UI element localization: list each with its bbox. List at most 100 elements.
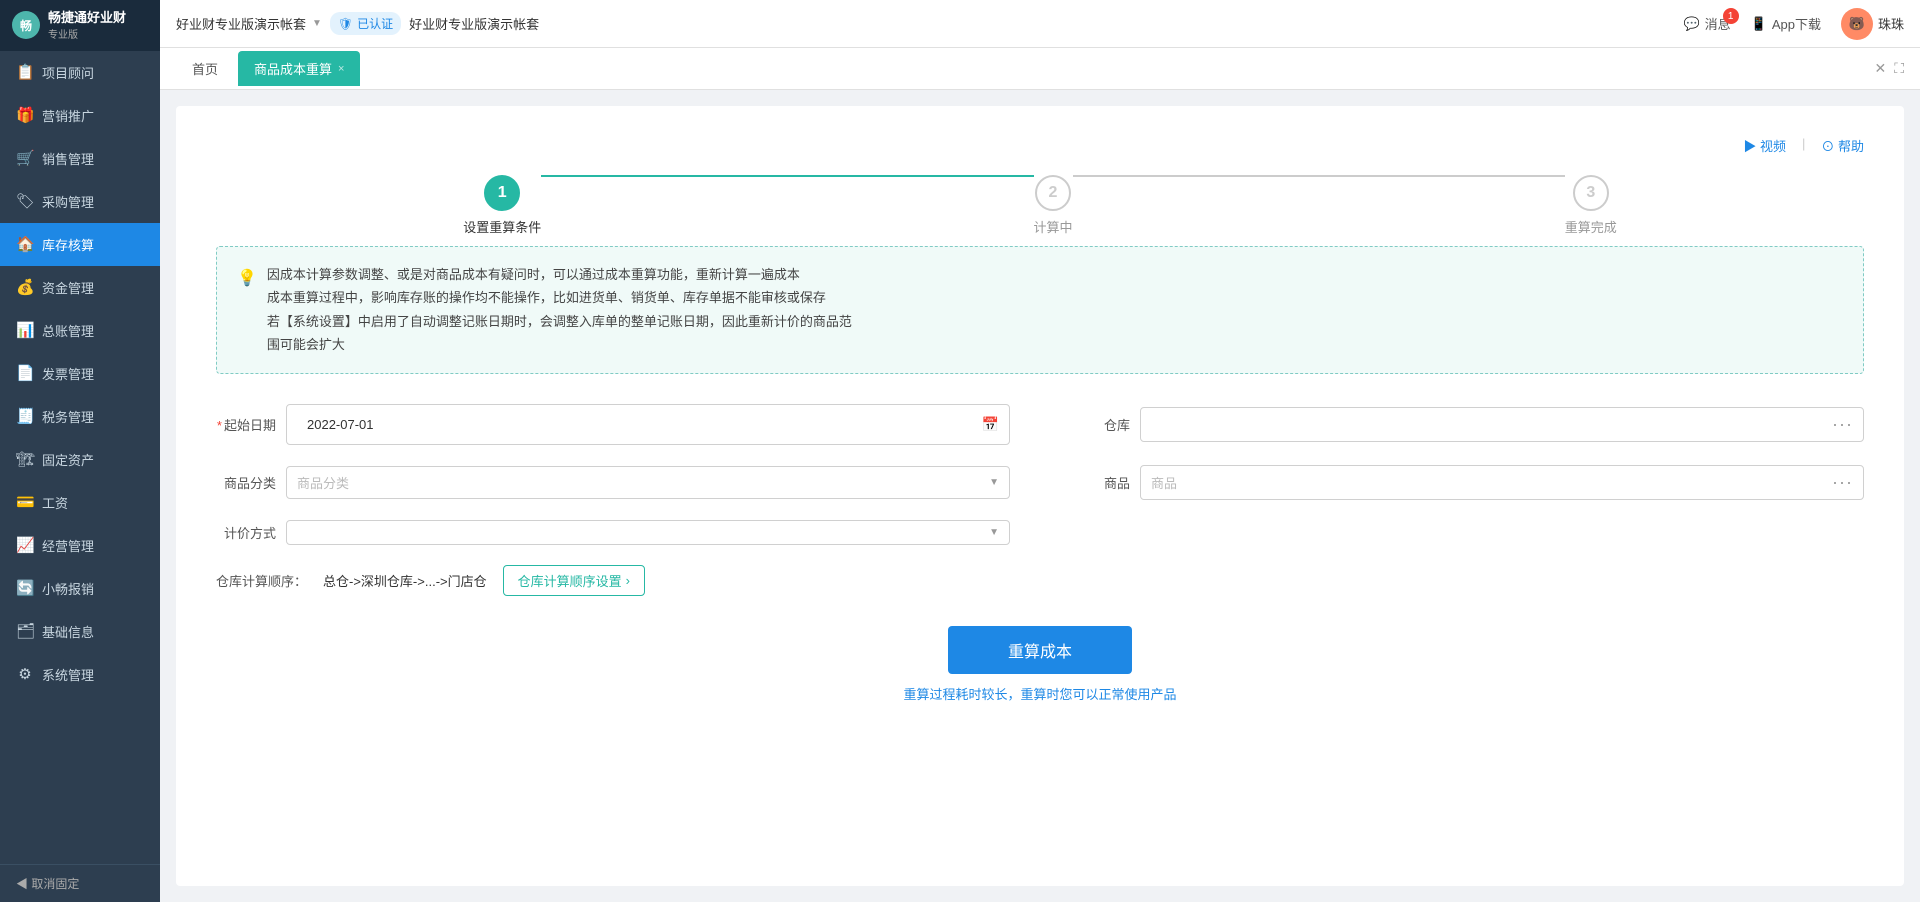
goods-dots-icon[interactable]: ··· xyxy=(1832,472,1853,493)
sidebar-item-finance[interactable]: 💰 资金管理 xyxy=(0,266,160,309)
sidebar-item-accounting[interactable]: 📊 总账管理 xyxy=(0,309,160,352)
tab-close-icon[interactable]: × xyxy=(338,63,344,75)
sidebar-item-label: 营销推广 xyxy=(42,106,94,125)
expense-icon: 🔄 xyxy=(16,579,34,597)
sidebar-item-basic[interactable]: 🗂 基础信息 xyxy=(0,610,160,653)
sales-icon: 🛒 xyxy=(16,149,34,167)
warehouse-order-label: 仓库计算顺序： xyxy=(216,571,307,590)
sidebar-item-label: 发票管理 xyxy=(42,364,94,383)
step-1-label: 设置重算条件 xyxy=(463,217,541,236)
app-download-button[interactable]: 📱 App下载 xyxy=(1751,14,1821,33)
info-line-2: 成本重算过程中，影响库存账的操作均不能操作，比如进货单、销货单、库存单据不能审核… xyxy=(267,286,852,309)
warehouse-label: 仓库 xyxy=(1070,415,1130,434)
sidebar-item-label: 资金管理 xyxy=(42,278,94,297)
category-label: 商品分类 xyxy=(216,473,276,492)
assets-icon: 🏗 xyxy=(16,450,34,468)
shield-icon: 🛡 xyxy=(338,17,353,31)
separator: | xyxy=(1802,136,1805,155)
stepper: 1 设置重算条件 2 计算中 3 重算完成 xyxy=(463,175,1617,236)
recalc-button[interactable]: 重算成本 xyxy=(948,626,1132,674)
account-selector-arrow-icon: ▼ xyxy=(312,18,322,29)
content-area: ▶ 视频 | ⊙ 帮助 1 设置重算条件 2 计算中 xyxy=(176,106,1904,886)
verified-label: 已认证 xyxy=(357,15,393,32)
sidebar-item-assets[interactable]: 🏗 固定资产 xyxy=(0,438,160,481)
info-line-1: 因成本计算参数调整、或是对商品成本有疑问时，可以通过成本重算功能，重新计算一遍成… xyxy=(267,263,852,286)
start-date-input[interactable] xyxy=(297,411,976,438)
category-select[interactable]: 商品分类 ▼ xyxy=(286,466,1010,499)
info-line-4: 围可能会扩大 xyxy=(267,333,852,356)
username-label: 珠珠 xyxy=(1878,14,1904,33)
sidebar-item-marketing[interactable]: 🎁 营销推广 xyxy=(0,94,160,137)
step-2-circle: 2 xyxy=(1035,175,1071,211)
recalc-section: 重算成本 重算过程耗时较长，重算时您可以正常使用产品 xyxy=(216,626,1864,703)
calendar-icon[interactable]: 📅 xyxy=(982,416,999,433)
top-actions: ▶ 视频 | ⊙ 帮助 xyxy=(216,136,1864,155)
warehouse-order-settings-button[interactable]: 仓库计算顺序设置 › xyxy=(503,565,645,596)
tab-expand-button[interactable]: ⛶ xyxy=(1894,60,1904,77)
invoice-icon: 📄 xyxy=(16,364,34,382)
warehouse-order-row: 仓库计算顺序： 总仓->深圳仓库->...->门店仓 仓库计算顺序设置 › xyxy=(216,565,1864,596)
mobile-icon: 📱 xyxy=(1751,16,1767,32)
system-icon: ⚙ xyxy=(16,665,34,683)
step-3: 3 重算完成 xyxy=(1565,175,1617,236)
form-row-warehouse: 仓库 ··· xyxy=(1070,404,1864,445)
message-button[interactable]: 💬 消息 1 xyxy=(1683,14,1730,33)
goods-select[interactable]: 商品 ··· xyxy=(1140,465,1864,500)
help-action[interactable]: ⊙ 帮助 xyxy=(1821,136,1864,155)
warehouse-select[interactable]: ··· xyxy=(1140,407,1864,442)
pricing-select[interactable]: ▼ xyxy=(286,520,1010,545)
message-icon: 💬 xyxy=(1683,16,1699,32)
accounting-icon: 📊 xyxy=(16,321,34,339)
sidebar-item-system[interactable]: ⚙ 系统管理 xyxy=(0,653,160,696)
required-star: * xyxy=(217,418,222,433)
form-row-start-date: *起始日期 📅 xyxy=(216,404,1010,445)
tab-close-button[interactable]: ✕ xyxy=(1874,60,1886,77)
sidebar-item-label: 销售管理 xyxy=(42,149,94,168)
sidebar-item-project[interactable]: 📋 项目顾问 xyxy=(0,51,160,94)
pricing-label: 计价方式 xyxy=(216,523,276,542)
info-icon: 💡 xyxy=(237,265,257,357)
form-row-pricing: 计价方式 ▼ xyxy=(216,520,1010,545)
marketing-icon: 🎁 xyxy=(16,106,34,124)
sidebar-item-purchase[interactable]: 🏷 采购管理 xyxy=(0,180,160,223)
account-selector-text: 好业财专业版演示帐套 xyxy=(176,14,306,33)
verified-account-name: 好业财专业版演示帐套 xyxy=(409,14,539,33)
sidebar-item-inventory[interactable]: 🏠 库存核算 xyxy=(0,223,160,266)
warehouse-order-btn-label: 仓库计算顺序设置 xyxy=(518,571,622,590)
sidebar-item-operations[interactable]: 📈 经营管理 xyxy=(0,524,160,567)
sidebar-item-payroll[interactable]: 💳 工资 xyxy=(0,481,160,524)
video-action[interactable]: ▶ 视频 xyxy=(1743,136,1786,155)
app-name: 畅捷通好业财 xyxy=(48,10,126,26)
start-date-input-wrapper[interactable]: 📅 xyxy=(286,404,1010,445)
connector-line-2 xyxy=(1073,175,1565,177)
sidebar-item-sales[interactable]: 🛒 销售管理 xyxy=(0,137,160,180)
message-badge: 1 xyxy=(1723,8,1739,24)
step-2-label: 计算中 xyxy=(1034,217,1073,236)
avatar: 🐻 xyxy=(1841,8,1873,40)
sidebar-unpin-button[interactable]: ◀ 取消固定 xyxy=(0,864,160,902)
warehouse-dots-icon[interactable]: ··· xyxy=(1832,414,1853,435)
sidebar-item-label: 采购管理 xyxy=(42,192,94,211)
inventory-icon: 🏠 xyxy=(16,235,34,253)
step-connector-2 xyxy=(1073,175,1565,199)
sidebar-item-label: 小畅报销 xyxy=(42,579,94,598)
sidebar: 畅 畅捷通好业财 专业版 📋 项目顾问 🎁 营销推广 🛒 销售管理 🏷 采购管理… xyxy=(0,0,160,902)
info-text: 因成本计算参数调整、或是对商品成本有疑问时，可以通过成本重算功能，重新计算一遍成… xyxy=(267,263,852,357)
main-area: 好业财专业版演示帐套 ▼ 🛡 已认证 好业财专业版演示帐套 💬 消息 1 📱 A… xyxy=(160,0,1920,902)
account-selector[interactable]: 好业财专业版演示帐套 ▼ xyxy=(176,14,322,33)
tab-home[interactable]: 首页 xyxy=(176,51,234,86)
pricing-arrow-icon: ▼ xyxy=(989,527,999,538)
tax-icon: 🧾 xyxy=(16,407,34,425)
tab-recalc-label: 商品成本重算 xyxy=(254,59,332,78)
app-logo-icon: 畅 xyxy=(12,11,40,39)
sidebar-item-tax[interactable]: 🧾 税务管理 xyxy=(0,395,160,438)
app-download-label: App下载 xyxy=(1772,14,1821,33)
goods-label: 商品 xyxy=(1070,473,1130,492)
operations-icon: 📈 xyxy=(16,536,34,554)
warehouse-order-value: 总仓->深圳仓库->...->门店仓 xyxy=(323,571,487,590)
sidebar-item-label: 经营管理 xyxy=(42,536,94,555)
tab-recalc[interactable]: 商品成本重算 × xyxy=(238,51,360,86)
user-profile[interactable]: 🐻 珠珠 xyxy=(1841,8,1904,40)
sidebar-item-invoice[interactable]: 📄 发票管理 xyxy=(0,352,160,395)
sidebar-item-expense[interactable]: 🔄 小畅报销 xyxy=(0,567,160,610)
